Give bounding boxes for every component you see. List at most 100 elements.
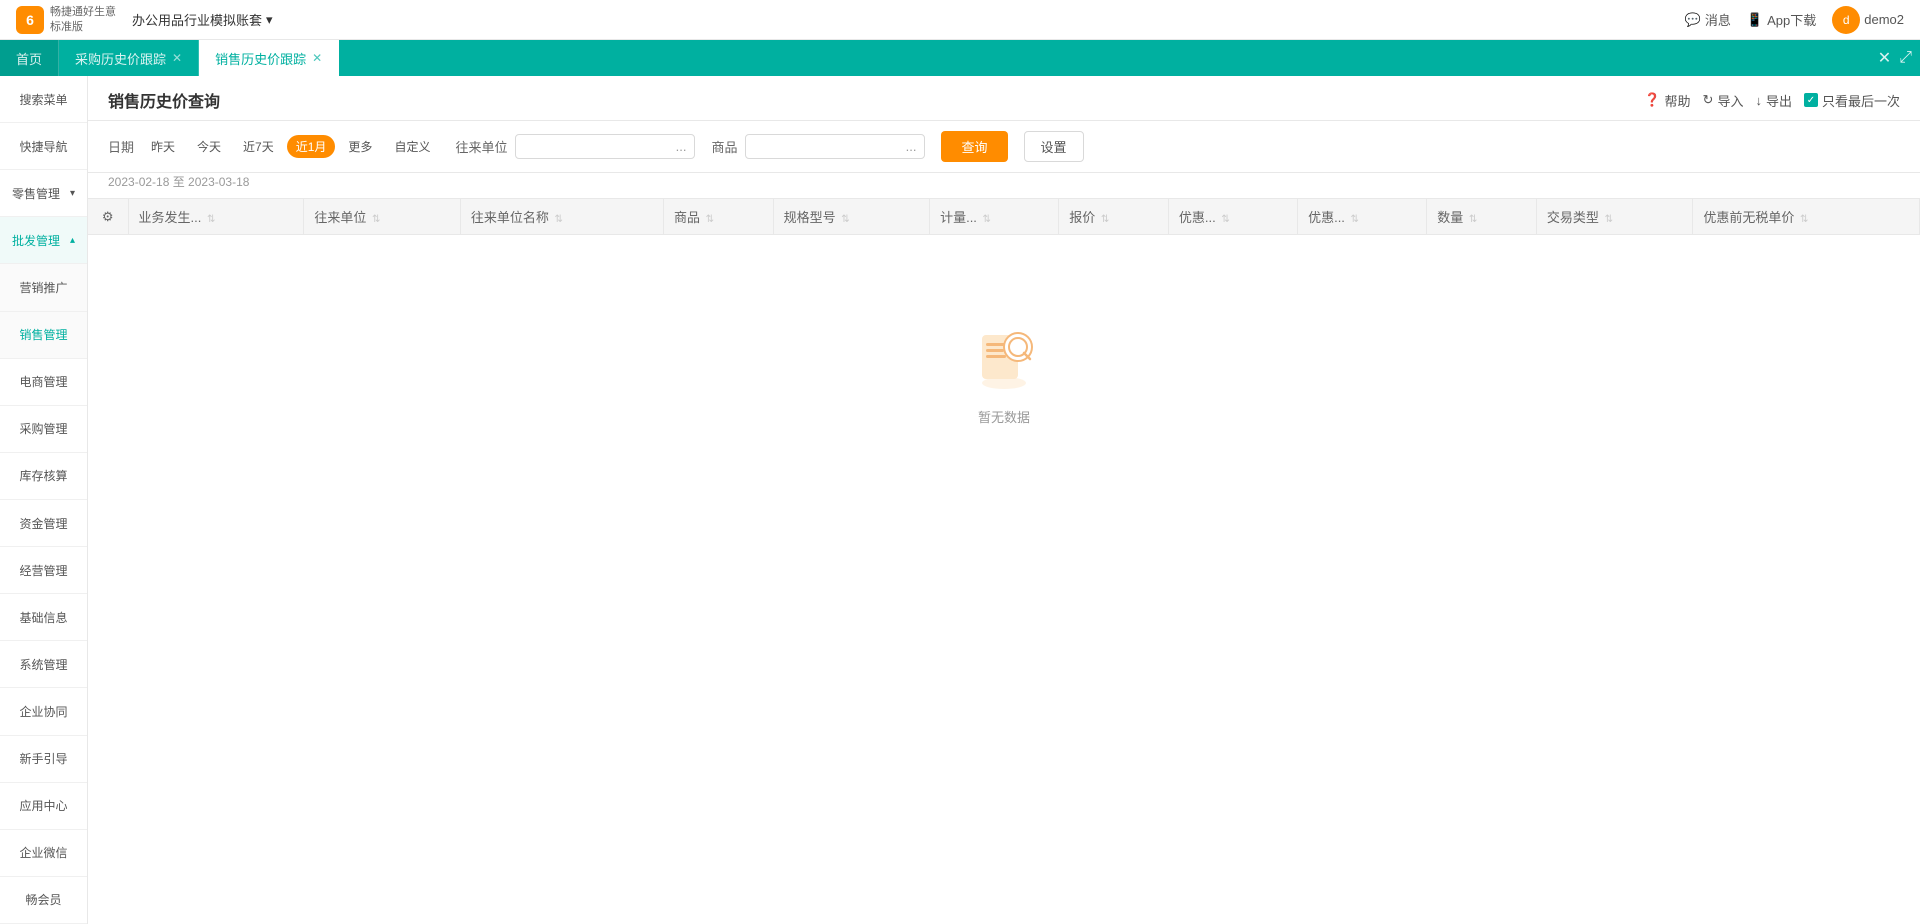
sort-partner-icon[interactable]: ⇅: [372, 214, 380, 225]
sidebar-item-apps[interactable]: 应用中心: [0, 783, 87, 830]
sort-biz-date-icon[interactable]: ⇅: [207, 214, 215, 225]
logo-area: 6 畅捷通好生意 标准版: [16, 5, 116, 34]
app-selector[interactable]: 办公用品行业模拟账套 ▾: [124, 6, 281, 33]
chevron-down-icon: ▾: [266, 12, 273, 28]
col-price: 报价 ⇅: [1059, 199, 1169, 235]
col-biz-date: 业务发生... ⇅: [128, 199, 304, 235]
col-discount2: 优惠... ⇅: [1298, 199, 1427, 235]
col-qty: 数量 ⇅: [1427, 199, 1537, 235]
sort-spec-icon[interactable]: ⇅: [841, 214, 849, 225]
sort-goods-icon[interactable]: ⇅: [706, 214, 714, 225]
sidebar-item-operations[interactable]: 经营管理: [0, 547, 87, 594]
partner-label: 往来单位: [455, 137, 507, 156]
col-spec: 规格型号 ⇅: [773, 199, 929, 235]
logo-text: 畅捷通好生意 标准版: [50, 5, 116, 34]
goods-label: 商品: [711, 137, 737, 156]
tab-purchase[interactable]: 采购历史价跟踪 ✕: [59, 40, 199, 76]
partner-input-trigger[interactable]: ...: [676, 139, 687, 154]
sort-price-icon[interactable]: ⇅: [1101, 214, 1109, 225]
tab-sales[interactable]: 销售历史价跟踪 ✕: [199, 40, 339, 76]
settings-icon[interactable]: ⚙: [102, 209, 114, 224]
col-settings: ⚙: [88, 199, 128, 235]
col-unit: 计量... ⇅: [930, 199, 1059, 235]
sidebar-item-system[interactable]: 系统管理: [0, 641, 87, 688]
goods-filter-group: 商品 ...: [711, 134, 925, 159]
date-pill-today[interactable]: 今天: [188, 135, 230, 158]
sort-discount1-icon[interactable]: ⇅: [1221, 214, 1229, 225]
help-action[interactable]: ❓ 帮助: [1644, 91, 1690, 110]
sidebar-item-finance[interactable]: 资金管理: [0, 500, 87, 547]
sidebar-item-purchase[interactable]: 采购管理: [0, 406, 87, 453]
chevron-down-icon: ▾: [70, 188, 75, 199]
date-pill-more[interactable]: 更多: [339, 135, 381, 158]
col-trade-type: 交易类型 ⇅: [1536, 199, 1692, 235]
download-action[interactable]: 📱 App下载: [1747, 10, 1816, 29]
setting-button[interactable]: 设置: [1024, 131, 1084, 162]
sidebar-item-member[interactable]: 畅会员: [0, 877, 87, 924]
goods-input-trigger[interactable]: ...: [906, 139, 917, 154]
partner-filter-group: 往来单位 ...: [455, 134, 695, 159]
col-goods: 商品 ⇅: [663, 199, 773, 235]
col-partner: 往来单位 ⇅: [304, 199, 460, 235]
date-pill-yesterday[interactable]: 昨天: [142, 135, 184, 158]
logo-icon: 6: [16, 6, 44, 34]
empty-state: 暂无数据: [88, 235, 1920, 506]
main-layout: 搜索菜单 快捷导航 零售管理 ▾ 批发管理 ▴ 营销推广 销售管理 电商管理 采…: [0, 76, 1920, 924]
sidebar-item-retail[interactable]: 零售管理 ▾: [0, 170, 87, 217]
tab-bar: 首页 采购历史价跟踪 ✕ 销售历史价跟踪 ✕ ✕ ⤢: [0, 40, 1920, 76]
table-header-row: ⚙ 业务发生... ⇅ 往来单位 ⇅ 往来单位名称 ⇅: [88, 199, 1920, 235]
goods-input[interactable]: ...: [745, 134, 925, 159]
empty-text: 暂无数据: [978, 407, 1030, 426]
date-pill-7days[interactable]: 近7天: [234, 135, 283, 158]
export-action[interactable]: ↓ 导出: [1755, 91, 1792, 110]
last-only-checkbox[interactable]: ✓ 只看最后一次: [1804, 91, 1900, 110]
sidebar-item-inventory[interactable]: 库存核算: [0, 453, 87, 500]
sort-trade-type-icon[interactable]: ⇅: [1605, 214, 1613, 225]
sidebar-item-quick[interactable]: 快捷导航: [0, 123, 87, 170]
sort-qty-icon[interactable]: ⇅: [1469, 214, 1477, 225]
tab-home[interactable]: 首页: [0, 40, 59, 76]
sort-discount2-icon[interactable]: ⇅: [1351, 214, 1359, 225]
date-pill-custom[interactable]: 自定义: [385, 135, 439, 158]
tab-sales-close[interactable]: ✕: [312, 51, 322, 65]
sort-partner-name-icon[interactable]: ⇅: [554, 214, 562, 225]
tab-close-all-btn[interactable]: ✕: [1878, 48, 1891, 68]
help-icon: ❓: [1644, 92, 1660, 108]
table-area: ⚙ 业务发生... ⇅ 往来单位 ⇅ 往来单位名称 ⇅: [88, 199, 1920, 924]
date-pill-1month[interactable]: 近1月: [287, 135, 336, 158]
sidebar-item-sales-mgmt[interactable]: 销售管理: [0, 312, 87, 359]
sidebar-item-ecommerce[interactable]: 电商管理: [0, 359, 87, 406]
page-header: 销售历史价查询 ❓ 帮助 ↻ 导入 ↓ 导出 ✓ 只看最后一次: [88, 76, 1920, 121]
sort-pretax-price-icon[interactable]: ⇅: [1800, 214, 1808, 225]
empty-illustration: [964, 315, 1044, 395]
sidebar-item-wechat[interactable]: 企业微信: [0, 830, 87, 877]
page-title: 销售历史价查询: [108, 88, 220, 112]
date-pills: 昨天 今天 近7天 近1月 更多 自定义: [142, 135, 439, 158]
sidebar-item-wholesale[interactable]: 批发管理 ▴: [0, 217, 87, 264]
top-header: 6 畅捷通好生意 标准版 办公用品行业模拟账套 ▾ 💬 消息 📱 App下载 d…: [0, 0, 1920, 40]
sidebar-item-search[interactable]: 搜索菜单: [0, 76, 87, 123]
sidebar-item-basic[interactable]: 基础信息: [0, 594, 87, 641]
tab-expand-btn[interactable]: ⤢: [1899, 49, 1912, 67]
date-filter-group: 日期 昨天 今天 近7天 近1月 更多 自定义: [108, 135, 439, 158]
avatar: d: [1832, 6, 1860, 34]
date-label: 日期: [108, 137, 134, 156]
sidebar-item-collab[interactable]: 企业协同: [0, 688, 87, 735]
tab-purchase-close[interactable]: ✕: [172, 51, 182, 65]
sort-unit-icon[interactable]: ⇅: [983, 214, 991, 225]
header-left: 6 畅捷通好生意 标准版 办公用品行业模拟账套 ▾: [16, 5, 281, 34]
chevron-up-icon: ▴: [70, 235, 75, 246]
download-icon: 📱: [1747, 12, 1763, 28]
col-discount1: 优惠... ⇅: [1168, 199, 1297, 235]
date-range-bar: 2023-02-18 至 2023-03-18: [88, 173, 1920, 199]
user-action[interactable]: d demo2: [1832, 6, 1904, 34]
import-action[interactable]: ↻ 导入: [1703, 91, 1744, 110]
query-button[interactable]: 查询: [941, 131, 1007, 162]
message-action[interactable]: 💬 消息: [1685, 10, 1731, 29]
sidebar-item-guide[interactable]: 新手引导: [0, 736, 87, 783]
partner-input[interactable]: ...: [515, 134, 695, 159]
export-icon: ↓: [1755, 93, 1762, 108]
sidebar-item-marketing[interactable]: 营销推广: [0, 264, 87, 311]
col-pretax-price: 优惠前无税单价 ⇅: [1693, 199, 1920, 235]
import-icon: ↻: [1703, 92, 1714, 108]
